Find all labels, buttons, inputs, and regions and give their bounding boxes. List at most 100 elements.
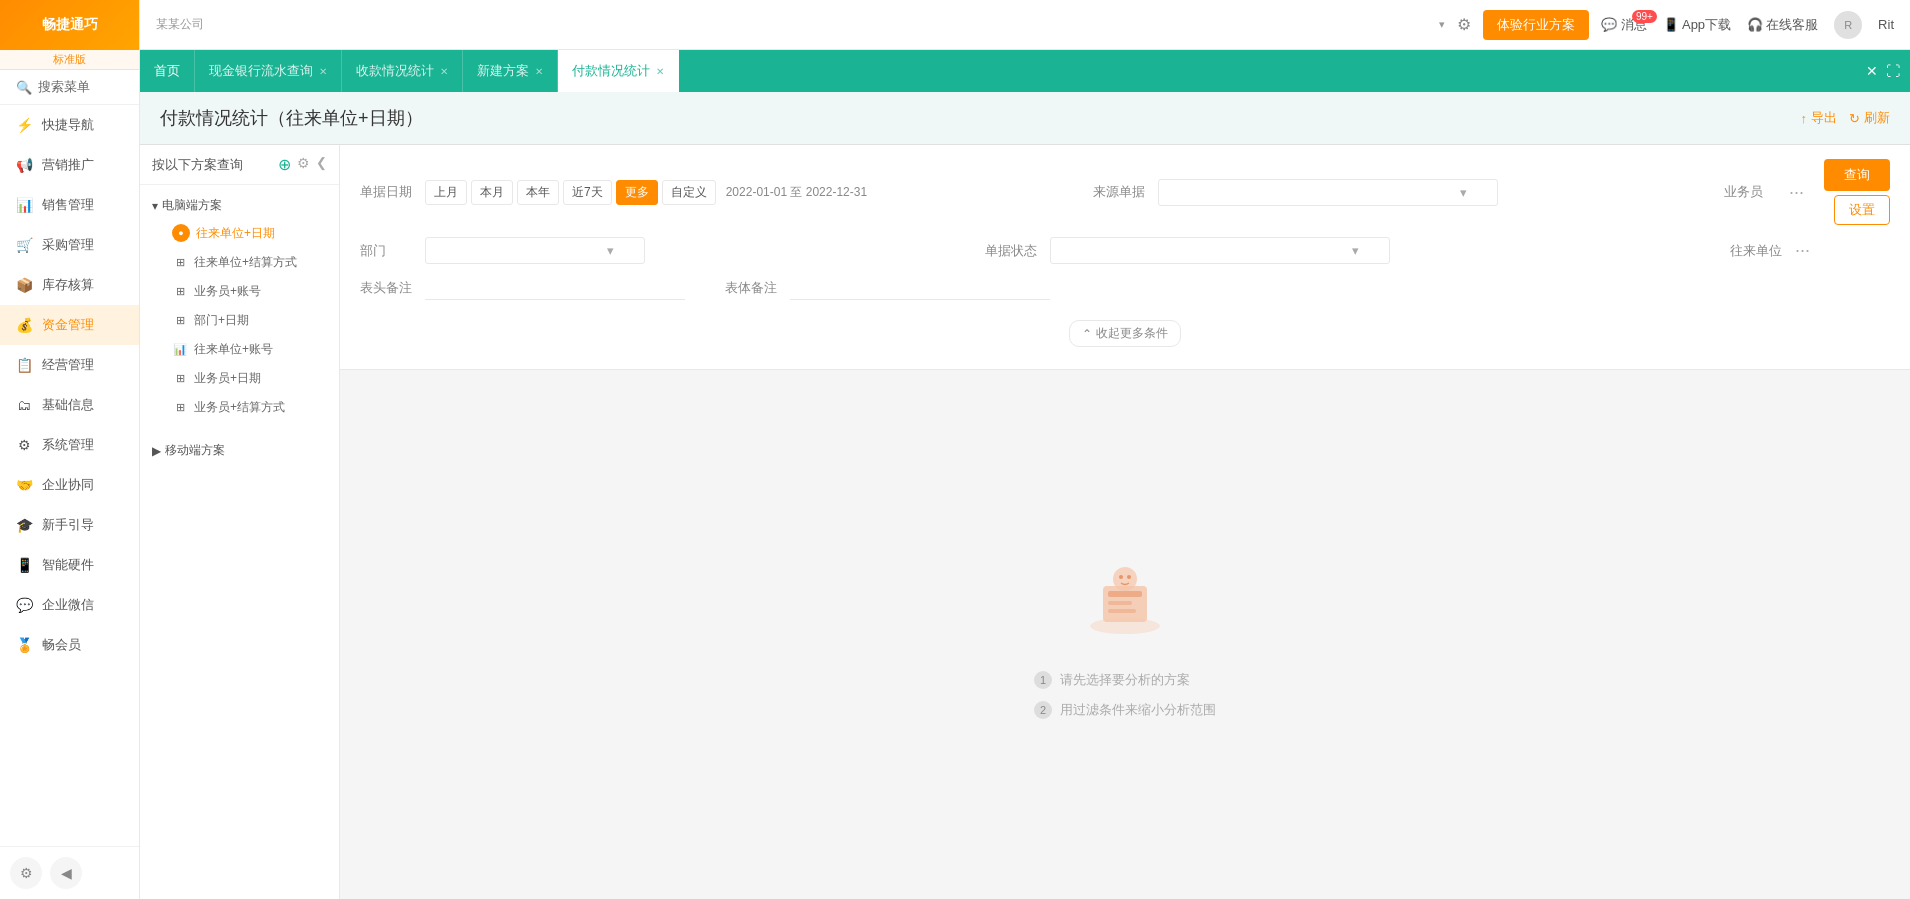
salesperson-ellipsis[interactable]: ··· — [1789, 182, 1804, 203]
filter-area: 单据日期 上月 本月 本年 近7天 更多 自定义 2022-01-01 至 20… — [340, 145, 1910, 370]
scheme-item-counterpart-account[interactable]: 📊 往来单位+账号 — [152, 335, 327, 364]
tab-receipt-stats[interactable]: 收款情况统计 ✕ — [342, 50, 463, 92]
tab-bank-flow[interactable]: 现金银行流水查询 ✕ — [195, 50, 342, 92]
empty-state: 1 请先选择要分析的方案 2 用过滤条件来缩小分析范围 — [340, 370, 1910, 899]
sidebar-item-system[interactable]: ⚙ 系统管理 — [0, 425, 139, 465]
finance-icon: 💰 — [14, 315, 34, 335]
refresh-btn[interactable]: ↻ 刷新 — [1849, 109, 1890, 127]
mobile-scheme-group-title[interactable]: ▶ 移动端方案 — [152, 438, 327, 463]
sidebar-item-operations[interactable]: 📋 经营管理 — [0, 345, 139, 385]
tab-new-scheme[interactable]: 新建方案 ✕ — [463, 50, 558, 92]
quick-nav-icon: ⚡ — [14, 115, 34, 135]
sidebar-item-marketing[interactable]: 📢 营销推广 — [0, 145, 139, 185]
left-panel-title: 按以下方案查询 — [152, 156, 243, 174]
refresh-icon: ↻ — [1849, 111, 1860, 126]
query-btn[interactable]: 查询 — [1824, 159, 1890, 191]
topbar-right: 💬 消息 99+ 📱 App下载 🎧 在线客服 R Rit — [1601, 11, 1894, 39]
source-select[interactable]: ▾ — [1158, 179, 1498, 206]
chevron-right-icon: ▶ — [152, 444, 161, 458]
expand-tab-icon[interactable]: ⛶ — [1886, 63, 1900, 79]
sidebar-item-label: 销售管理 — [42, 196, 94, 214]
collapse-btn[interactable]: ⌃ 收起更多条件 — [1069, 320, 1181, 347]
counterpart-ellipsis[interactable]: ··· — [1795, 240, 1810, 261]
close-all-tabs-icon[interactable]: ✕ — [1866, 63, 1878, 79]
date-btn-7days[interactable]: 近7天 — [563, 180, 612, 205]
sidebar-item-sales[interactable]: 📊 销售管理 — [0, 185, 139, 225]
scheme-item-salesperson-settlement[interactable]: ⊞ 业务员+结算方式 — [152, 393, 327, 422]
sidebar-collapse-btn[interactable]: ◀ — [50, 857, 82, 889]
app-download-btn[interactable]: 📱 App下载 — [1663, 16, 1731, 34]
export-btn[interactable]: ↑ 导出 — [1801, 109, 1838, 127]
sidebar-nav: ⚡ 快捷导航 📢 营销推广 📊 销售管理 🛒 采购管理 📦 库存核算 💰 资金管… — [0, 105, 139, 665]
online-service-btn[interactable]: 🎧 在线客服 — [1747, 16, 1818, 34]
date-btn-this-year[interactable]: 本年 — [517, 180, 559, 205]
panel-collapse-icon[interactable]: ❮ — [316, 155, 327, 174]
date-btn-custom[interactable]: 自定义 — [662, 180, 716, 205]
tab-payment-stats[interactable]: 付款情况统计 ✕ — [558, 50, 679, 92]
topbar-gear-icon[interactable]: ⚙ — [1457, 15, 1471, 34]
desktop-scheme-group: ▾ 电脑端方案 ● 往来单位+日期 ⊞ 往来单位+结算方式 ⊞ 业务员+账号 — [140, 185, 339, 430]
header-note-input[interactable] — [425, 276, 685, 300]
sidebar-item-member[interactable]: 🏅 畅会员 — [0, 625, 139, 665]
sidebar-item-basic[interactable]: 🗂 基础信息 — [0, 385, 139, 425]
topbar: 某某公司 ▾ ⚙ 体验行业方案 💬 消息 99+ 📱 App下载 🎧 在线客服 … — [140, 0, 1910, 50]
active-scheme-icon: ● — [172, 224, 190, 242]
voucher-status-select[interactable]: ▾ — [1050, 237, 1390, 264]
scheme-settings-icon[interactable]: ⚙ — [297, 155, 310, 174]
date-btn-last-month[interactable]: 上月 — [425, 180, 467, 205]
breadcrumb: 某某公司 — [156, 16, 1427, 33]
trial-btn[interactable]: 体验行业方案 — [1483, 10, 1589, 40]
date-btn-this-month[interactable]: 本月 — [471, 180, 513, 205]
sidebar-search-label: 搜索菜单 — [38, 78, 90, 96]
sidebar-item-hardware[interactable]: 📱 智能硬件 — [0, 545, 139, 585]
sidebar-item-label: 采购管理 — [42, 236, 94, 254]
sidebar-item-inventory[interactable]: 📦 库存核算 — [0, 265, 139, 305]
table-icon: ⊞ — [172, 313, 188, 329]
sidebar-item-guide[interactable]: 🎓 新手引导 — [0, 505, 139, 545]
scheme-item-salesperson-account[interactable]: ⊞ 业务员+账号 — [152, 277, 327, 306]
tab-home[interactable]: 首页 — [140, 50, 195, 92]
tab-payment-stats-close-icon[interactable]: ✕ — [656, 66, 664, 77]
scheme-item-counterpart-settlement[interactable]: ⊞ 往来单位+结算方式 — [152, 248, 327, 277]
tab-payment-stats-label: 付款情况统计 — [572, 62, 650, 80]
table-icon: ⊞ — [172, 400, 188, 416]
cooperation-icon: 🤝 — [14, 475, 34, 495]
tab-new-scheme-close-icon[interactable]: ✕ — [535, 66, 543, 77]
tab-new-scheme-label: 新建方案 — [477, 62, 529, 80]
sidebar-search[interactable]: 🔍 搜索菜单 — [0, 70, 139, 105]
tab-receipt-stats-close-icon[interactable]: ✕ — [440, 66, 448, 77]
scheme-item-salesperson-date[interactable]: ⊞ 业务员+日期 — [152, 364, 327, 393]
body-note-input[interactable] — [790, 276, 1050, 300]
svg-rect-2 — [1108, 591, 1142, 597]
tab-bank-flow-close-icon[interactable]: ✕ — [319, 66, 327, 77]
inventory-icon: 📦 — [14, 275, 34, 295]
sidebar-settings-btn[interactable]: ⚙ — [10, 857, 42, 889]
sidebar-item-wechat[interactable]: 💬 企业微信 — [0, 585, 139, 625]
sidebar-version: 标准版 — [0, 50, 139, 70]
dept-select[interactable]: ▾ — [425, 237, 645, 264]
sidebar-item-finance[interactable]: 💰 资金管理 — [0, 305, 139, 345]
sidebar-item-cooperation[interactable]: 🤝 企业协同 — [0, 465, 139, 505]
filter-settings-btn[interactable]: 设置 — [1834, 195, 1890, 225]
date-btn-more[interactable]: 更多 — [616, 180, 658, 205]
add-scheme-icon[interactable]: ⊕ — [278, 155, 291, 174]
sidebar-item-purchase[interactable]: 🛒 采购管理 — [0, 225, 139, 265]
table-icon: ⊞ — [172, 371, 188, 387]
table-icon: ⊞ — [172, 255, 188, 271]
mobile-scheme-group: ▶ 移动端方案 — [140, 430, 339, 471]
left-panel: 按以下方案查询 ⊕ ⚙ ❮ ▾ 电脑端方案 ● 往来单位+日期 — [140, 145, 340, 899]
query-settings-col: 查询 设置 — [1824, 159, 1890, 225]
sidebar-item-quick-nav[interactable]: ⚡ 快捷导航 — [0, 105, 139, 145]
username[interactable]: Rit — [1878, 17, 1894, 32]
left-panel-header-actions: ⊕ ⚙ ❮ — [278, 155, 327, 174]
hint-num-2: 2 — [1034, 701, 1052, 719]
desktop-scheme-group-title[interactable]: ▾ 电脑端方案 — [152, 193, 327, 218]
purchase-icon: 🛒 — [14, 235, 34, 255]
scheme-item-counterpart-date[interactable]: ● 往来单位+日期 — [152, 218, 327, 248]
user-avatar[interactable]: R — [1834, 11, 1862, 39]
scheme-item-dept-date[interactable]: ⊞ 部门+日期 — [152, 306, 327, 335]
guide-icon: 🎓 — [14, 515, 34, 535]
date-range-display: 2022-01-01 至 2022-12-31 — [726, 184, 867, 201]
messages-btn[interactable]: 💬 消息 99+ — [1601, 16, 1647, 34]
counterpart-label: 往来单位 — [1730, 242, 1795, 260]
